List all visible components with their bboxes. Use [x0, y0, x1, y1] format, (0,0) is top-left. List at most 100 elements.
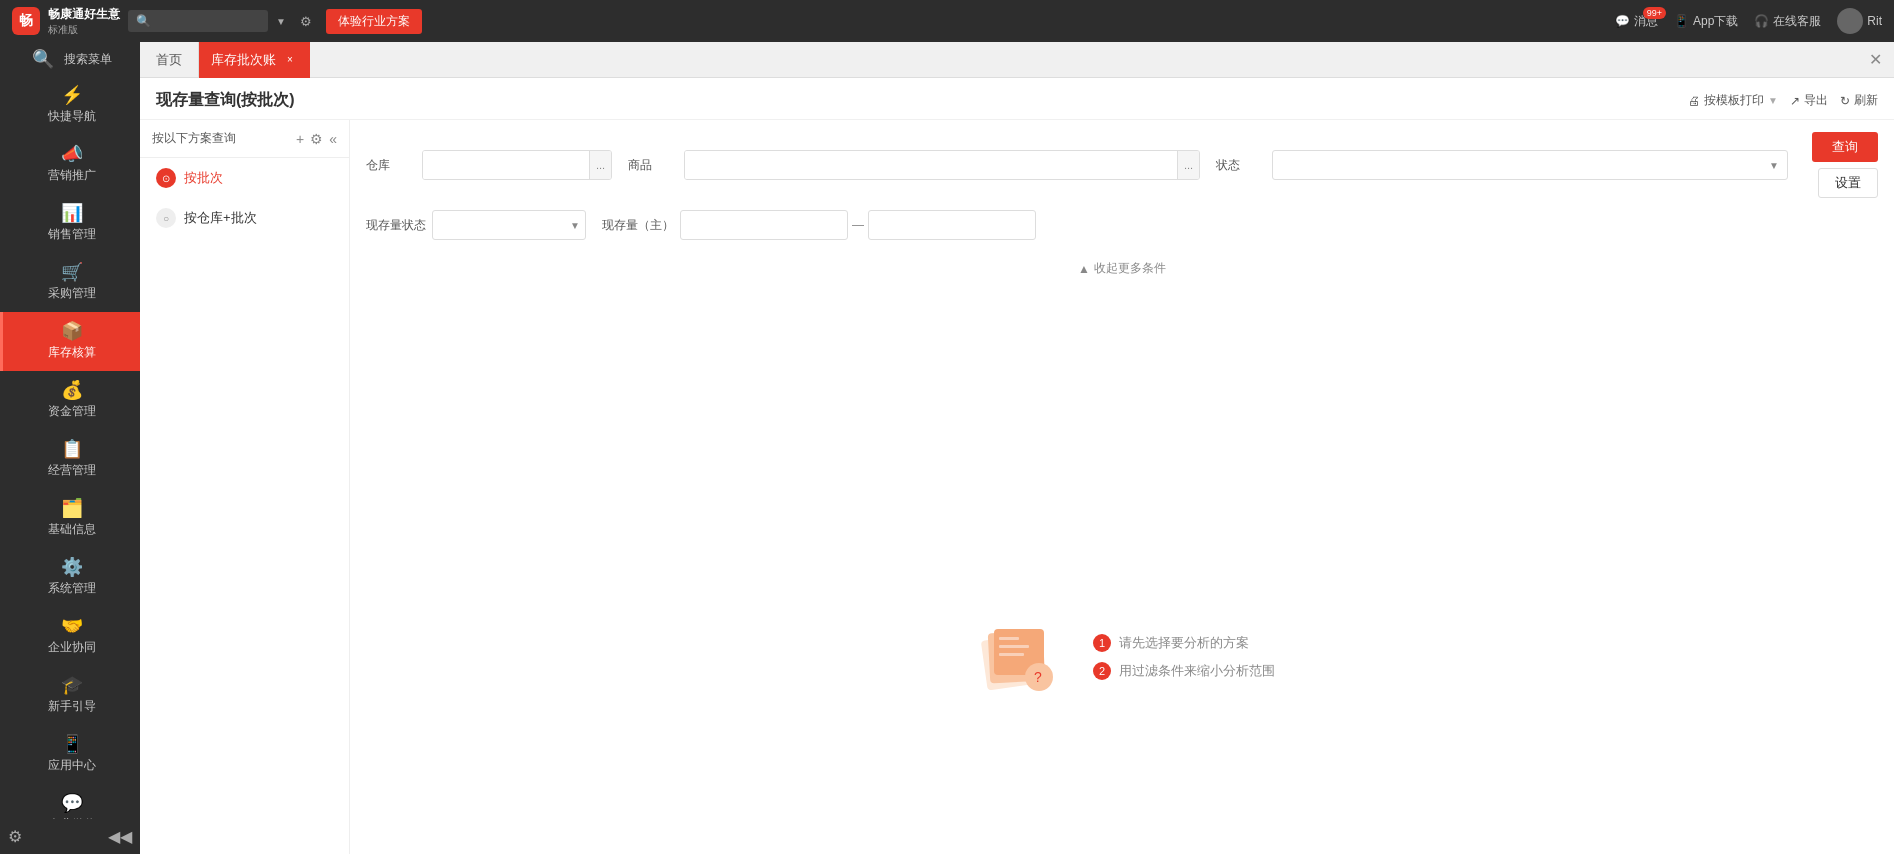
- sidebar-item-wechat[interactable]: 💬 企业微信: [0, 784, 140, 819]
- experience-button[interactable]: 体验行业方案: [326, 9, 422, 34]
- warehouse-input[interactable]: [423, 151, 589, 179]
- export-button[interactable]: ↗ 导出: [1790, 92, 1828, 109]
- sidebar-item-label-inventory: 库存核算: [48, 344, 96, 361]
- online-service-icon: 🎧: [1754, 14, 1769, 28]
- inventory-status-select-wrap[interactable]: ▼: [432, 210, 586, 240]
- tab-bar-close-button[interactable]: ✕: [1869, 50, 1882, 69]
- header-dropdown-arrow[interactable]: ▼: [276, 16, 286, 27]
- sidebar-item-quick-nav[interactable]: ⚡ 快捷导航: [0, 76, 140, 135]
- sidebar-item-operations[interactable]: 📋 经营管理: [0, 430, 140, 489]
- step1-text: 请先选择要分析的方案: [1119, 634, 1249, 652]
- product-input-wrap[interactable]: ...: [684, 150, 1200, 180]
- sidebar-item-sales[interactable]: 📊 销售管理: [0, 194, 140, 253]
- left-panel-icons: + ⚙ «: [296, 131, 337, 147]
- plan-item-by-batch[interactable]: ⊙ 按批次: [140, 158, 349, 198]
- sidebar-nav: 🔍 搜索菜单 ⚡ 快捷导航 📣 营销推广 📊 销售管理 🛒 采购管理 📦: [0, 42, 140, 819]
- sidebar-item-purchase[interactable]: 🛒 采购管理: [0, 253, 140, 312]
- collapse-filter-button[interactable]: ▲ 收起更多条件: [366, 252, 1878, 285]
- inventory-qty-label: 现存量（主）: [602, 217, 674, 234]
- query-button[interactable]: 查询: [1812, 132, 1878, 162]
- app-download-item[interactable]: 📱 App下载: [1674, 13, 1738, 30]
- empty-step-2: 2 用过滤条件来缩小分析范围: [1093, 662, 1275, 680]
- user-name: Rit: [1867, 14, 1882, 28]
- inventory-status-label: 现存量状态: [366, 217, 426, 234]
- svg-rect-4: [999, 645, 1029, 648]
- filter-layout: 按以下方案查询 + ⚙ « ⊙ 按批次 ○ 按仓库+批次: [140, 120, 1894, 854]
- sidebar-settings-icon[interactable]: ⚙: [8, 827, 22, 846]
- sidebar-collapse-icon[interactable]: ◀◀: [108, 827, 132, 846]
- wechat-icon: 💬: [61, 794, 83, 812]
- page-header: 现存量查询(按批次) 🖨 按模板打印 ▼ ↗ 导出 ↻ 刷新: [140, 78, 1894, 120]
- empty-illustration: ?: [969, 607, 1069, 707]
- page-content: 现存量查询(按批次) 🖨 按模板打印 ▼ ↗ 导出 ↻ 刷新: [140, 78, 1894, 854]
- search-small-icon: 🔍: [136, 14, 151, 28]
- left-panel: 按以下方案查询 + ⚙ « ⊙ 按批次 ○ 按仓库+批次: [140, 120, 350, 854]
- main-layout: 🔍 搜索菜单 ⚡ 快捷导航 📣 营销推广 📊 销售管理 🛒 采购管理 📦: [0, 42, 1894, 854]
- sidebar-item-finance[interactable]: 💰 资金管理: [0, 371, 140, 430]
- sidebar-item-enterprise[interactable]: 🤝 企业协同: [0, 607, 140, 666]
- sidebar-item-label-sales: 销售管理: [48, 226, 96, 243]
- svg-text:?: ?: [1034, 669, 1042, 685]
- print-button[interactable]: 🖨 按模板打印 ▼: [1688, 92, 1778, 109]
- purchase-icon: 🛒: [61, 263, 83, 281]
- sidebar-item-apps[interactable]: 📱 应用中心: [0, 725, 140, 784]
- sidebar-item-basics[interactable]: 🗂️ 基础信息: [0, 489, 140, 548]
- empty-state: ? 1 请先选择要分析的方案 2 用过滤条件来缩小分析范围: [350, 459, 1894, 854]
- warehouse-more-btn[interactable]: ...: [589, 151, 611, 179]
- warehouse-input-wrap[interactable]: ...: [422, 150, 612, 180]
- product-input[interactable]: [685, 151, 1177, 179]
- finance-icon: 💰: [61, 381, 83, 399]
- tab-inventory-batch[interactable]: 库存批次账 ×: [199, 42, 310, 78]
- sidebar-item-label-enterprise: 企业协同: [48, 639, 96, 656]
- step1-number: 1: [1093, 634, 1111, 652]
- settings-button[interactable]: 设置: [1818, 168, 1878, 198]
- print-dropdown-icon[interactable]: ▼: [1768, 95, 1778, 106]
- plan-collapse-icon[interactable]: «: [329, 131, 337, 147]
- empty-step-1: 1 请先选择要分析的方案: [1093, 634, 1275, 652]
- empty-icon-svg: ?: [969, 607, 1069, 707]
- filter-buttons: 查询 设置: [1804, 132, 1878, 198]
- inventory-status-select[interactable]: [432, 210, 586, 240]
- sidebar-item-label-marketing: 营销推广: [48, 167, 96, 184]
- filter-row-2: 现存量状态 ▼ 现存量（主）: [366, 210, 1878, 240]
- inventory-icon: 📦: [61, 322, 83, 340]
- sidebar-item-label-operations: 经营管理: [48, 462, 96, 479]
- apps-icon: 📱: [61, 735, 83, 753]
- right-content: 仓库 ... 商品: [350, 120, 1894, 854]
- app-download-icon: 📱: [1674, 14, 1689, 28]
- inventory-qty-from[interactable]: [680, 210, 848, 240]
- operations-icon: 📋: [61, 440, 83, 458]
- header-search-area: 🔍: [128, 10, 268, 32]
- tab-close-icon[interactable]: ×: [282, 52, 298, 68]
- svg-rect-3: [999, 637, 1019, 640]
- filter-inventory-qty: 现存量（主） —: [602, 210, 1036, 240]
- content-area: 首页 库存批次账 × ✕ 现存量查询(按批次) 🖨 按模板打印 ▼: [140, 42, 1894, 854]
- tab-bar: 首页 库存批次账 × ✕: [140, 42, 1894, 78]
- sidebar-item-label-guide: 新手引导: [48, 698, 96, 715]
- plan-item-by-warehouse-batch[interactable]: ○ 按仓库+批次: [140, 198, 349, 238]
- sidebar-item-guide[interactable]: 🎓 新手引导: [0, 666, 140, 725]
- left-panel-header: 按以下方案查询 + ⚙ «: [140, 120, 349, 158]
- header-gear-icon[interactable]: ⚙: [294, 9, 318, 33]
- inventory-qty-to[interactable]: [868, 210, 1036, 240]
- plan-settings-icon[interactable]: ⚙: [310, 131, 323, 147]
- quick-nav-icon: ⚡: [61, 86, 83, 104]
- product-more-btn[interactable]: ...: [1177, 151, 1199, 179]
- system-icon: ⚙️: [61, 558, 83, 576]
- sidebar-item-search[interactable]: 🔍 搜索菜单: [0, 42, 140, 76]
- sidebar-item-inventory[interactable]: 📦 库存核算: [0, 312, 140, 371]
- tab-home[interactable]: 首页: [140, 42, 199, 78]
- filter-inventory-status: 现存量状态 ▼: [366, 210, 586, 240]
- page-title: 现存量查询(按批次): [156, 90, 295, 111]
- messages-item[interactable]: 💬 消息 99+: [1615, 13, 1658, 30]
- refresh-button[interactable]: ↻ 刷新: [1840, 92, 1878, 109]
- user-area[interactable]: Rit: [1837, 8, 1882, 34]
- online-service-item[interactable]: 🎧 在线客服: [1754, 13, 1821, 30]
- plan-add-icon[interactable]: +: [296, 131, 304, 147]
- inventory-qty-range: —: [680, 210, 1036, 240]
- sidebar-item-marketing[interactable]: 📣 营销推广: [0, 135, 140, 194]
- sidebar-item-system[interactable]: ⚙️ 系统管理: [0, 548, 140, 607]
- status-select[interactable]: ▼: [1272, 150, 1788, 180]
- sidebar-item-label-quick-nav: 快捷导航: [48, 108, 96, 125]
- filter-panel: 仓库 ... 商品: [350, 120, 1894, 459]
